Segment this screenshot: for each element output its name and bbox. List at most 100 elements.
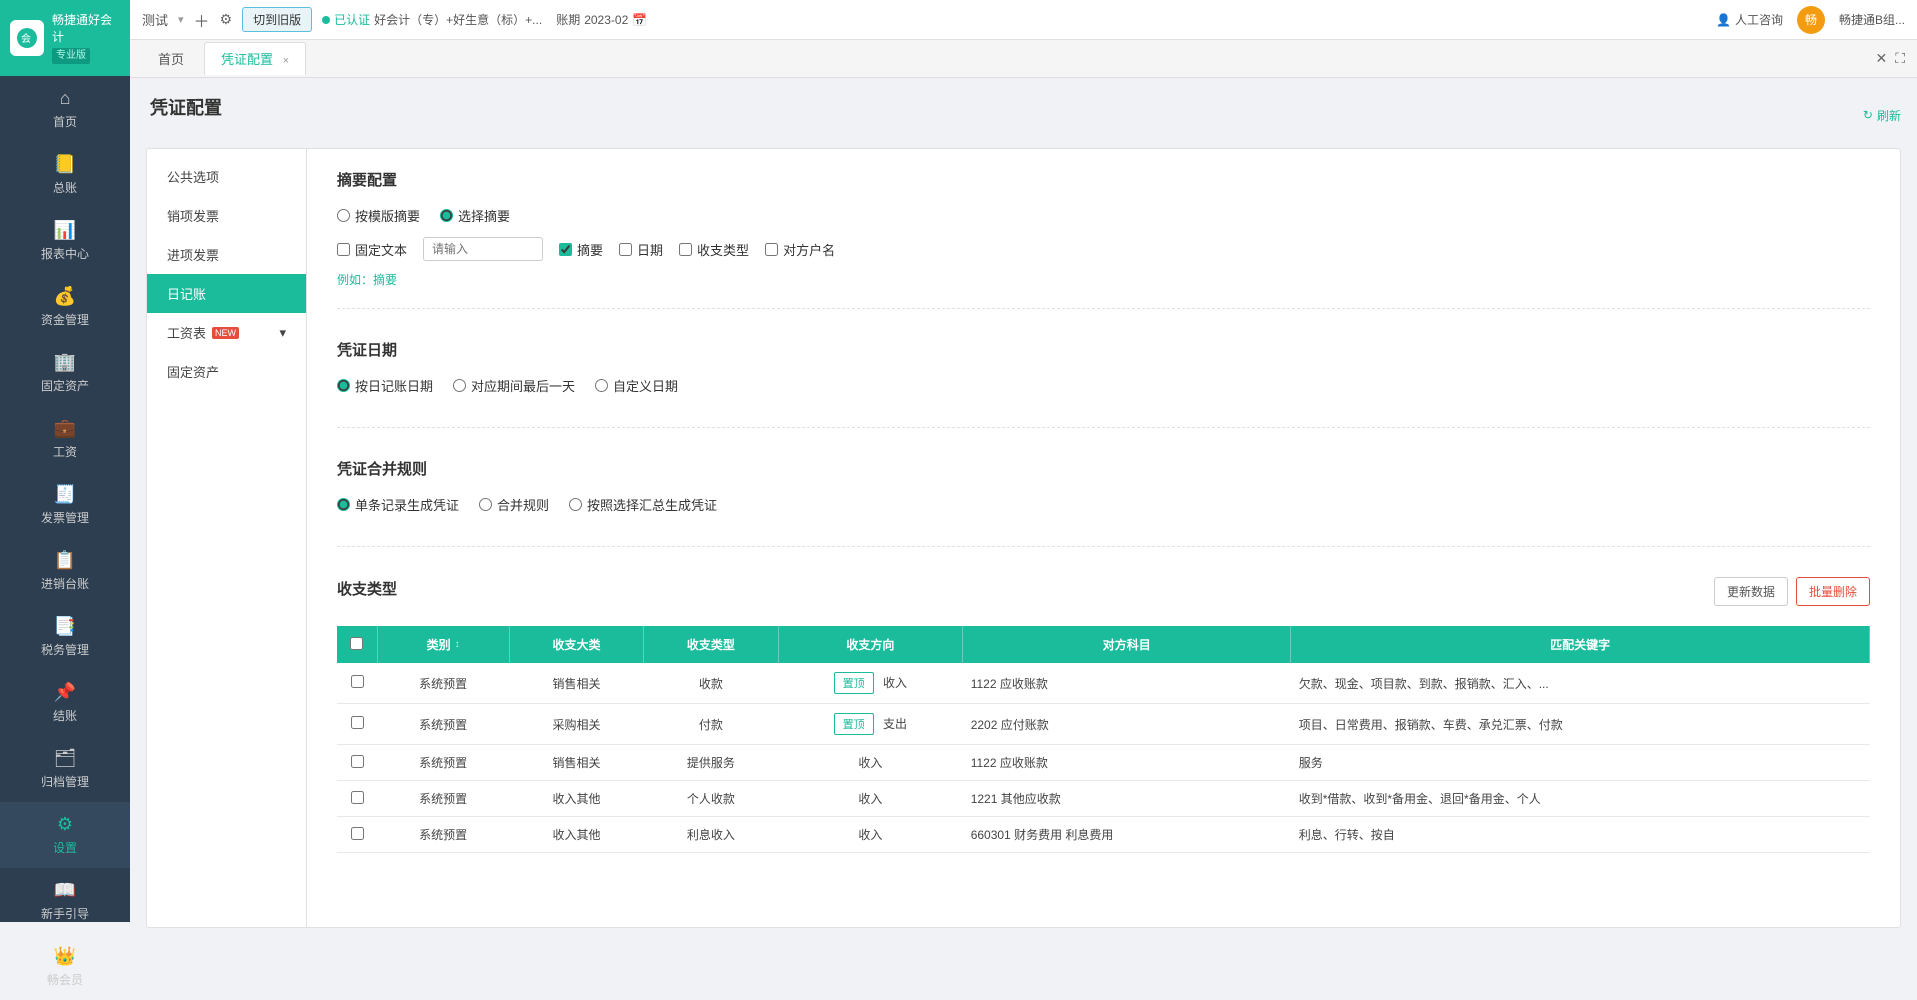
calendar-icon[interactable]: 📅 bbox=[632, 13, 647, 27]
sidebar-item-tax[interactable]: 📑 税务管理 bbox=[0, 604, 130, 670]
settlement-icon: 📌 bbox=[54, 682, 76, 703]
sidebar-item-purchase-sales[interactable]: 📋 进销台账 bbox=[0, 538, 130, 604]
refresh-btn[interactable]: ↻ 刷新 bbox=[1863, 107, 1901, 124]
income-expense-table: 类别 ↕ 收支大类 收支类型 收支方向 对方科目 匹配关键字 bbox=[337, 626, 1870, 853]
status-dot bbox=[322, 16, 330, 24]
sort-icon: ↕ bbox=[455, 639, 460, 650]
payroll-chevron-icon: ▾ bbox=[279, 325, 286, 341]
merge-rules-radio-group: 单条记录生成凭证 合并规则 按照选择汇总生成凭证 bbox=[337, 495, 1870, 514]
left-nav-sales-invoice[interactable]: 销项发票 bbox=[147, 196, 306, 235]
svg-text:会: 会 bbox=[21, 32, 31, 45]
main-content: 凭证配置 ↻ 刷新 公共选项 销项发票 进项发票 日记账 工资表 NEW ▾ bbox=[130, 78, 1917, 944]
batch-delete-btn[interactable]: 批量删除 bbox=[1796, 577, 1870, 606]
left-nav-journal[interactable]: 日记账 bbox=[147, 274, 306, 313]
radio-custom-date[interactable]: 自定义日期 bbox=[595, 376, 678, 395]
sidebar-item-home[interactable]: ⌂ 首页 bbox=[0, 76, 130, 142]
sidebar-item-archive[interactable]: 🗂 归档管理 bbox=[0, 736, 130, 802]
left-nav-purchase-invoice[interactable]: 进项发票 bbox=[147, 235, 306, 274]
topbar-extra-tags: 好会计（专）+好生意（标）+... bbox=[374, 11, 542, 28]
radio-single-record[interactable]: 单条记录生成凭证 bbox=[337, 495, 459, 514]
update-data-btn[interactable]: 更新数据 bbox=[1714, 577, 1788, 606]
sidebar-item-salary[interactable]: 💼 工资 bbox=[0, 406, 130, 472]
sidebar-item-ledger[interactable]: 📒 总账 bbox=[0, 142, 130, 208]
row-checkbox[interactable] bbox=[351, 827, 364, 840]
radio-period-last[interactable]: 对应期间最后一天 bbox=[453, 376, 575, 395]
salary-icon: 💼 bbox=[54, 418, 76, 439]
customer-service-btn[interactable]: 👤 人工咨询 bbox=[1716, 11, 1783, 28]
table-header-subject: 对方科目 bbox=[963, 626, 1291, 663]
checkbox-summary[interactable]: 摘要 bbox=[559, 240, 603, 259]
tabbar: 首页 凭证配置 × ✕ ⛶ bbox=[130, 40, 1917, 78]
left-nav-payroll[interactable]: 工资表 NEW ▾ bbox=[147, 313, 306, 352]
user-name: 畅捷通B组... bbox=[1839, 11, 1905, 28]
table-header-keywords: 匹配关键字 bbox=[1291, 626, 1870, 663]
sidebar-item-settings[interactable]: ⚙ 设置 bbox=[0, 802, 130, 868]
row-checkbox[interactable] bbox=[351, 716, 364, 729]
radio-merge-rule[interactable]: 合并规则 bbox=[479, 495, 549, 514]
voucher-date-section: 凭证日期 按日记账日期 对应期间最后一天 自定义日期 bbox=[337, 339, 1870, 428]
radio-summary-generate[interactable]: 按照选择汇总生成凭证 bbox=[569, 495, 717, 514]
table-row: 系统预置 收入其他 个人收款 收入 1221 其他应收款 收到*借款、收到*备用… bbox=[337, 781, 1870, 817]
settings-icon: ⚙ bbox=[57, 814, 73, 835]
home-icon: ⌂ bbox=[60, 88, 71, 109]
fixed-text-input[interactable] bbox=[423, 237, 543, 261]
pin-top-btn[interactable]: 置顶 bbox=[834, 672, 874, 694]
archive-icon: 🗂 bbox=[54, 748, 77, 769]
settings-gear-icon[interactable]: ⚙ bbox=[220, 11, 233, 28]
tab-home[interactable]: 首页 bbox=[142, 43, 200, 74]
page-title: 凭证配置 bbox=[146, 94, 222, 120]
status-certified: 已认证 bbox=[334, 11, 370, 28]
table-row: 系统预置 销售相关 收款 置顶 收入 1122 应收账款 欠款、现金、项目款、到… bbox=[337, 663, 1870, 704]
period-value: 2023-02 bbox=[584, 13, 628, 27]
tax-icon: 📑 bbox=[54, 616, 76, 637]
checkbox-income-type[interactable]: 收支类型 bbox=[679, 240, 749, 259]
sidebar-item-settlement[interactable]: 📌 结账 bbox=[0, 670, 130, 736]
period-label: 账期 bbox=[556, 11, 580, 28]
checkbox-fixed-text[interactable]: 固定文本 bbox=[337, 240, 407, 259]
switch-version-btn[interactable]: 切到旧版 bbox=[242, 7, 312, 32]
topbar: 测试 ▾ ＋ ⚙ 切到旧版 已认证 好会计（专）+好生意（标）+... 账期 2… bbox=[130, 0, 1917, 40]
close-window-btn[interactable]: ✕ bbox=[1875, 50, 1887, 67]
reports-icon: 📊 bbox=[54, 220, 76, 241]
table-header-direction: 收支方向 bbox=[778, 626, 963, 663]
checkbox-date[interactable]: 日期 bbox=[619, 240, 663, 259]
table-header-major-type: 收支大类 bbox=[509, 626, 643, 663]
user-avatar[interactable]: 畅 bbox=[1797, 6, 1825, 34]
merge-rules-title: 凭证合并规则 bbox=[337, 458, 1870, 479]
table-actions: 更新数据 批量删除 bbox=[1714, 577, 1870, 606]
right-content: 摘要配置 按模版摘要 选择摘要 固定文本 bbox=[307, 149, 1900, 927]
left-nav-public[interactable]: 公共选项 bbox=[147, 157, 306, 196]
invoice-icon: 🧾 bbox=[54, 484, 76, 505]
row-checkbox[interactable] bbox=[351, 755, 364, 768]
left-nav-fixed-assets[interactable]: 固定资产 bbox=[147, 352, 306, 391]
radio-select-summary[interactable]: 选择摘要 bbox=[440, 206, 510, 225]
sidebar: 会 畅捷通好会计 专业版 ⌂ 首页 📒 总账 📊 报表中心 💰 资金管理 🏢 固… bbox=[0, 0, 130, 922]
sidebar-item-invoice[interactable]: 🧾 发票管理 bbox=[0, 472, 130, 538]
summary-config-title: 摘要配置 bbox=[337, 169, 1870, 190]
sidebar-item-reports[interactable]: 📊 报表中心 bbox=[0, 208, 130, 274]
expand-window-btn[interactable]: ⛶ bbox=[1895, 50, 1905, 67]
row-checkbox[interactable] bbox=[351, 791, 364, 804]
topbar-right: 👤 人工咨询 畅 畅捷通B组... bbox=[1716, 6, 1905, 34]
tab-voucher-config[interactable]: 凭证配置 × bbox=[204, 42, 306, 75]
voucher-date-radio-group: 按日记账日期 对应期间最后一天 自定义日期 bbox=[337, 376, 1870, 395]
left-nav: 公共选项 销项发票 进项发票 日记账 工资表 NEW ▾ 固定资产 bbox=[147, 149, 307, 927]
sidebar-item-assets[interactable]: 🏢 固定资产 bbox=[0, 340, 130, 406]
radio-journal-date[interactable]: 按日记账日期 bbox=[337, 376, 433, 395]
table-row: 系统预置 收入其他 利息收入 收入 660301 财务费用 利息费用 利息、行转… bbox=[337, 817, 1870, 853]
new-badge: NEW bbox=[212, 327, 239, 339]
voucher-date-title: 凭证日期 bbox=[337, 339, 1870, 360]
summary-example: 例如：摘要 bbox=[337, 271, 1870, 288]
sidebar-item-funds[interactable]: 💰 资金管理 bbox=[0, 274, 130, 340]
ledger-icon: 📒 bbox=[54, 154, 76, 175]
summary-checkbox-row: 固定文本 摘要 日期 收支类型 bbox=[337, 237, 1870, 261]
pin-top-btn[interactable]: 置顶 bbox=[834, 713, 874, 735]
checkbox-counterpart-name[interactable]: 对方户名 bbox=[765, 240, 835, 259]
add-icon[interactable]: ＋ bbox=[194, 8, 210, 32]
tabbar-actions: ✕ ⛶ bbox=[1875, 50, 1905, 67]
service-icon: 👤 bbox=[1716, 13, 1731, 27]
select-all-checkbox[interactable] bbox=[350, 637, 363, 650]
tab-close-icon[interactable]: × bbox=[283, 55, 289, 67]
row-checkbox[interactable] bbox=[351, 675, 364, 688]
radio-template-summary[interactable]: 按模版摘要 bbox=[337, 206, 420, 225]
